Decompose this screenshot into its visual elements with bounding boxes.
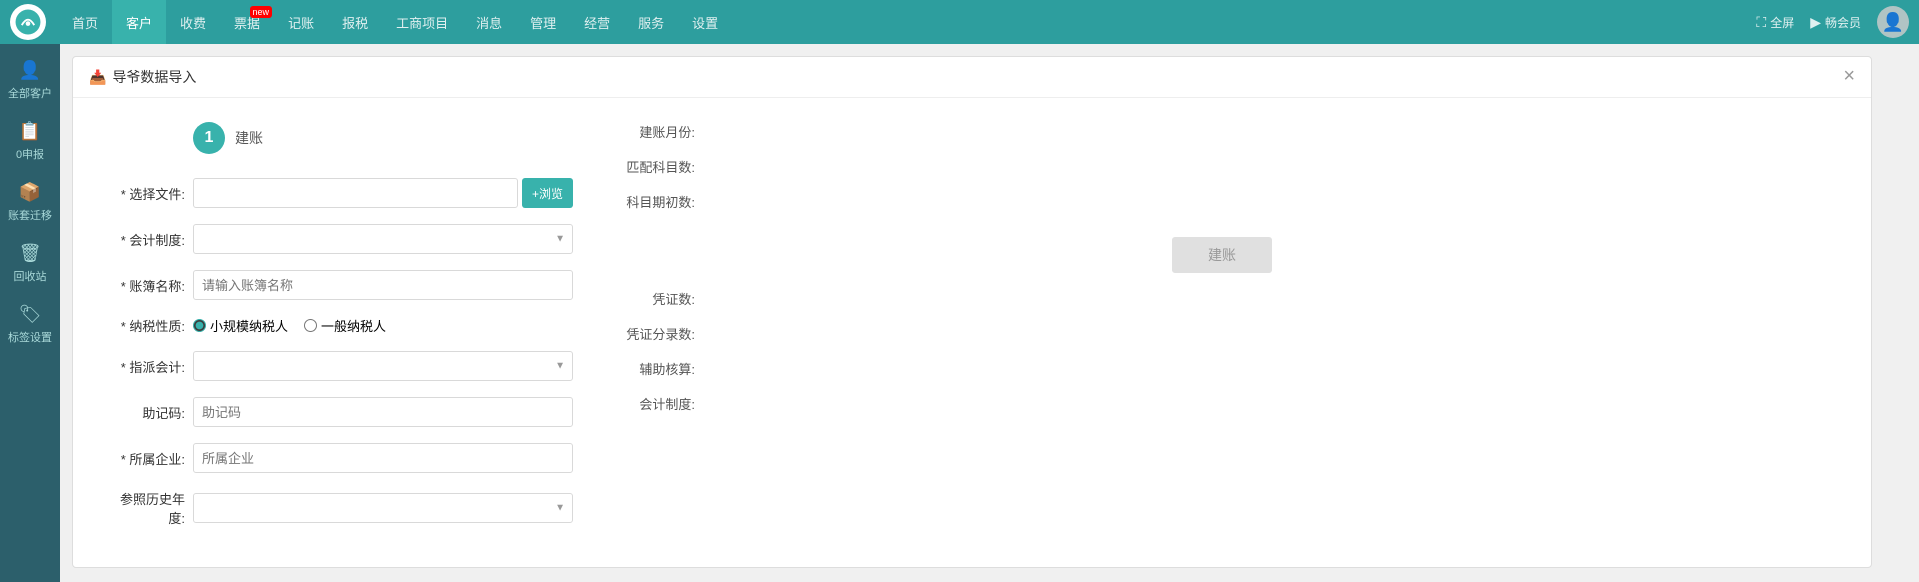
helper-code-label: 助记码:	[113, 403, 193, 422]
form-row-accounting: * 会计制度: ▼	[113, 224, 573, 254]
info-section: 建账月份: 匹配科目数: 科目期初数: 建账	[573, 122, 1831, 543]
badge-new: new	[250, 6, 273, 18]
nav-items: 首页 客户 收费 票据 new 记账 报税 工商项目 消息 管理 经营	[58, 0, 1756, 44]
step-label: 建账	[235, 128, 263, 148]
nav-item-service[interactable]: 服务	[624, 0, 678, 44]
nav-item-message[interactable]: 消息	[462, 0, 516, 44]
tax-label: * 纳税性质:	[113, 316, 193, 335]
top-nav: 首页 客户 收费 票据 new 记账 报税 工商项目 消息 管理 经营	[0, 0, 1919, 44]
accounting-select[interactable]	[193, 224, 573, 254]
dialog-header: 📥 导爷数据导入	[73, 57, 1871, 98]
dialog-body: 1 建账 * 选择文件: +浏览 * 会计制度:	[73, 98, 1871, 567]
sidebar: 👤 全部客户 📋 0申报 📦 账套迁移 🗑 回收站 🏷 标签设置	[0, 44, 60, 582]
sidebar-item-tag[interactable]: 🏷 标签设置	[0, 296, 60, 353]
form-row-history: 参照历史年度: ▼	[113, 489, 573, 527]
nav-item-home[interactable]: 首页	[58, 0, 112, 44]
info-row-match: 匹配科目数:	[613, 157, 1831, 176]
file-label: * 选择文件:	[113, 184, 193, 203]
nav-item-customer[interactable]: 客户	[112, 0, 166, 44]
close-button[interactable]: ×	[1843, 65, 1855, 88]
dialog-title: 导爷数据导入	[112, 67, 196, 87]
nav-item-fee[interactable]: 收费	[166, 0, 220, 44]
build-button[interactable]: 建账	[1172, 237, 1272, 273]
content-area: 📥 导爷数据导入 × 1 建账 * 选择文件:	[60, 44, 1919, 582]
fullscreen-btn[interactable]: ⛶ 全屏	[1756, 14, 1794, 31]
dialog-box: 📥 导爷数据导入 × 1 建账 * 选择文件:	[72, 56, 1872, 568]
info-row-auxiliary: 辅助核算:	[613, 359, 1831, 378]
nav-item-settings[interactable]: 设置	[678, 0, 732, 44]
month-label: 建账月份:	[613, 122, 703, 141]
accountant-select[interactable]	[193, 351, 573, 381]
step-header: 1 建账	[193, 122, 573, 154]
form-row-file: * 选择文件: +浏览	[113, 178, 573, 208]
accountant-select-wrapper: ▼	[193, 351, 573, 381]
form-row-ledger-name: * 账簿名称:	[113, 270, 573, 300]
all-customers-icon: 👤	[19, 60, 41, 81]
company-input[interactable]	[193, 443, 573, 473]
file-input[interactable]	[193, 178, 518, 208]
sidebar-item-recycle[interactable]: 🗑 回收站	[0, 235, 60, 292]
sidebar-item-migration[interactable]: 📦 账套迁移	[0, 174, 60, 231]
member-icon: ▶	[1810, 14, 1821, 31]
period-label: 科目期初数:	[613, 192, 703, 211]
form-row-company: * 所属企业:	[113, 443, 573, 473]
nav-right: ⛶ 全屏 ▶ 畅会员 👤	[1756, 6, 1909, 38]
info-row-month: 建账月份:	[613, 122, 1831, 141]
voucher-label: 凭证数:	[613, 289, 703, 308]
match-label: 匹配科目数:	[613, 157, 703, 176]
tag-icon: 🏷	[19, 304, 42, 325]
nav-item-ledger[interactable]: 记账	[274, 0, 328, 44]
info-row-accounting-system: 会计制度:	[613, 394, 1831, 413]
migration-icon: 📦	[19, 182, 41, 203]
accounting-system-label: 会计制度:	[613, 394, 703, 413]
form-row-helper-code: 助记码:	[113, 397, 573, 427]
radio-small[interactable]: 小规模纳税人	[193, 316, 288, 335]
radio-group: 小规模纳税人 一般纳税人	[193, 316, 573, 335]
fullscreen-icon: ⛶	[1756, 14, 1766, 31]
member-btn[interactable]: ▶ 畅会员	[1810, 14, 1861, 31]
step-circle: 1	[193, 122, 225, 154]
history-select[interactable]	[193, 493, 573, 523]
radio-general[interactable]: 一般纳税人	[304, 316, 386, 335]
browse-button[interactable]: +浏览	[522, 178, 573, 208]
logo	[10, 4, 46, 40]
sidebar-item-all-customers[interactable]: 👤 全部客户	[0, 52, 60, 109]
form-section: 1 建账 * 选择文件: +浏览 * 会计制度:	[113, 122, 573, 543]
radio-small-input[interactable]	[193, 319, 206, 332]
ledger-name-input[interactable]	[193, 270, 573, 300]
nav-item-business[interactable]: 工商项目	[382, 0, 462, 44]
company-label: * 所属企业:	[113, 449, 193, 468]
accounting-select-wrapper: ▼	[193, 224, 573, 254]
nav-item-tax[interactable]: 报税	[328, 0, 382, 44]
avatar-icon: 👤	[1882, 12, 1904, 33]
helper-code-input[interactable]	[193, 397, 573, 427]
avatar[interactable]: 👤	[1877, 6, 1909, 38]
sidebar-item-declaration[interactable]: 📋 0申报	[0, 113, 60, 170]
voucher-records-label: 凭证分录数:	[613, 324, 703, 343]
declaration-icon: 📋	[19, 121, 41, 142]
info-row-period: 科目期初数:	[613, 192, 1831, 211]
build-btn-area: 建账	[613, 227, 1831, 273]
main-layout: 👤 全部客户 📋 0申报 📦 账套迁移 🗑 回收站 🏷 标签设置 📥 导爷数据导…	[0, 44, 1919, 582]
history-label: 参照历史年度:	[113, 489, 193, 527]
form-row-tax: * 纳税性质: 小规模纳税人 一般纳税人	[113, 316, 573, 335]
info-row-voucher-records: 凭证分录数:	[613, 324, 1831, 343]
import-icon: 📥	[89, 69, 106, 86]
accounting-label: * 会计制度:	[113, 230, 193, 249]
accountant-label: * 指派会计:	[113, 357, 193, 376]
nav-item-manage[interactable]: 管理	[516, 0, 570, 44]
info-row-voucher: 凭证数:	[613, 289, 1831, 308]
nav-item-ticket[interactable]: 票据 new	[220, 0, 274, 44]
form-row-accountant: * 指派会计: ▼	[113, 351, 573, 381]
history-select-wrapper: ▼	[193, 493, 573, 523]
radio-general-input[interactable]	[304, 319, 317, 332]
file-input-group: +浏览	[193, 178, 573, 208]
recycle-icon: 🗑	[19, 243, 42, 264]
nav-item-operate[interactable]: 经营	[570, 0, 624, 44]
ledger-name-label: * 账簿名称:	[113, 276, 193, 295]
auxiliary-label: 辅助核算:	[613, 359, 703, 378]
